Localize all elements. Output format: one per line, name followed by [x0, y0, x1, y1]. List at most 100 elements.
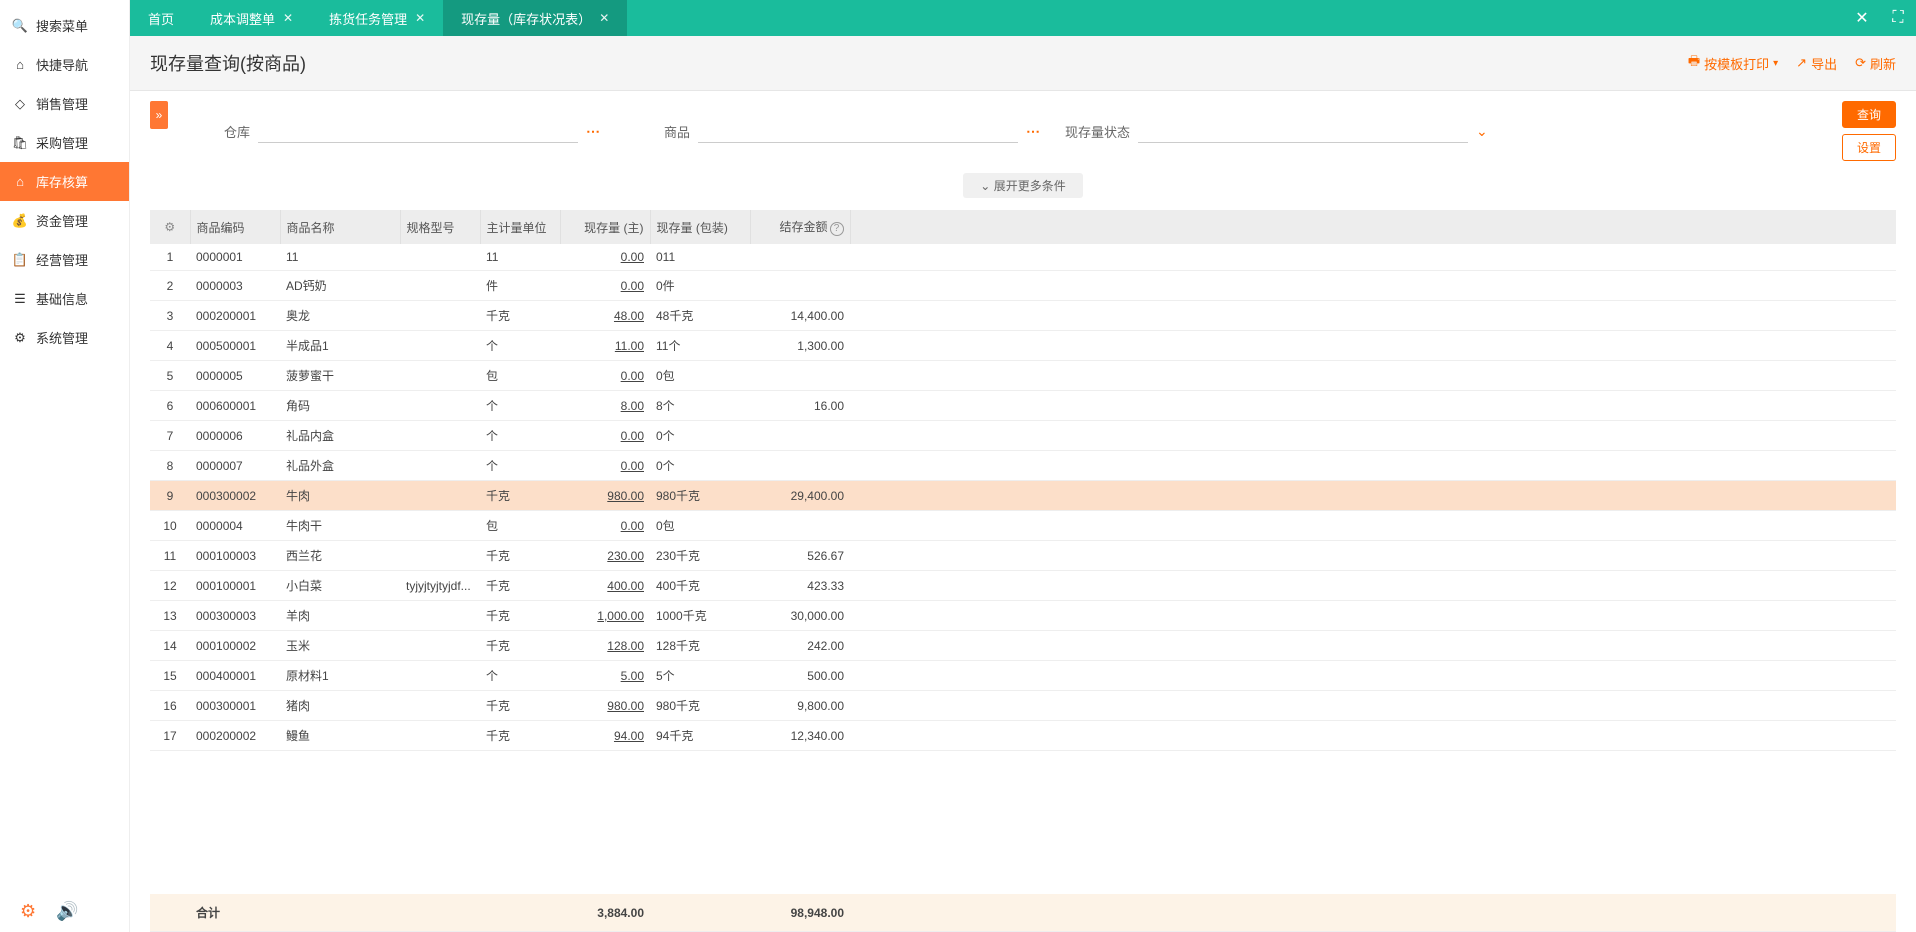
cell-main-qty[interactable]: 0.00 [560, 271, 650, 301]
cell-main-qty[interactable]: 0.00 [560, 451, 650, 481]
table-row[interactable]: 6000600001角码个8.008个16.00 [150, 391, 1896, 421]
sidebar-item-1[interactable]: ⌂快捷导航 [0, 45, 129, 84]
close-icon[interactable]: ✕ [283, 11, 293, 25]
table-row[interactable]: 100000004牛肉干包0.000包 [150, 511, 1896, 541]
cell-spec [400, 631, 480, 661]
total-amount: 98,948.00 [750, 894, 850, 932]
cell-unit: 千克 [480, 481, 560, 511]
export-button[interactable]: ↗ 导出 [1796, 54, 1837, 73]
cell-main-qty[interactable]: 230.00 [560, 541, 650, 571]
table-row[interactable]: 20000003AD钙奶件0.000件 [150, 271, 1896, 301]
col-name[interactable]: 商品名称 [280, 210, 400, 244]
cell-amount: 526.67 [750, 541, 850, 571]
status-input[interactable] [1138, 120, 1468, 143]
cell-spec [400, 301, 480, 331]
refresh-icon: ⟳ [1855, 55, 1866, 71]
table-row[interactable]: 14000100002玉米千克128.00128千克242.00 [150, 631, 1896, 661]
cell-main-qty[interactable]: 980.00 [560, 691, 650, 721]
sidebar-item-4[interactable]: ⌂库存核算 [0, 162, 129, 201]
table-row[interactable]: 70000006礼品内盒个0.000个 [150, 421, 1896, 451]
main: 首页成本调整单✕拣货任务管理✕现存量（库存状况表）✕ ✕ ⛶ 现存量查询(按商品… [130, 0, 1916, 932]
warehouse-input[interactable] [258, 120, 578, 143]
product-input[interactable] [698, 120, 1018, 143]
sidebar-item-6[interactable]: 📋经营管理 [0, 240, 129, 279]
chevron-down-icon[interactable]: ⌄ [1476, 123, 1488, 140]
col-main[interactable]: 现存量 (主) [560, 210, 650, 244]
tab-3[interactable]: 现存量（库存状况表）✕ [443, 0, 627, 36]
fullscreen-button[interactable]: ⛶ [1880, 0, 1916, 36]
cell-spec [400, 361, 480, 391]
cell-unit: 个 [480, 331, 560, 361]
gear-icon[interactable]: ⚙ [20, 901, 36, 922]
cell-main-qty[interactable]: 0.00 [560, 511, 650, 541]
cell-pack-qty: 5个 [650, 661, 750, 691]
close-icon[interactable]: ✕ [599, 11, 609, 25]
cell-main-qty[interactable]: 5.00 [560, 661, 650, 691]
tab-label: 首页 [148, 9, 174, 28]
sound-icon[interactable]: 🔊 [56, 901, 78, 922]
sidebar-bottom: ⚙ 🔊 [0, 891, 129, 932]
sidebar-item-3[interactable]: 🛍采购管理 [0, 123, 129, 162]
status-label: 现存量状态 [1060, 122, 1130, 141]
sidebar-item-2[interactable]: ◇销售管理 [0, 84, 129, 123]
cell-main-qty[interactable]: 48.00 [560, 301, 650, 331]
cell-pack-qty: 0个 [650, 451, 750, 481]
cell-main-qty[interactable]: 0.00 [560, 421, 650, 451]
cell-name: 奥龙 [280, 301, 400, 331]
expand-conditions-button[interactable]: 展开更多条件 [963, 173, 1083, 198]
print-template-button[interactable]: 🖶 按模板打印 ▾ [1688, 52, 1778, 74]
sidebar-item-7[interactable]: ☰基础信息 [0, 279, 129, 318]
cell-main-qty[interactable]: 11.00 [560, 331, 650, 361]
tab-1[interactable]: 成本调整单✕ [192, 0, 311, 36]
sidebar-item-8[interactable]: ⚙系统管理 [0, 318, 129, 357]
cell-main-qty[interactable]: 980.00 [560, 481, 650, 511]
cell-pack-qty: 128千克 [650, 631, 750, 661]
help-icon[interactable]: ? [830, 222, 844, 236]
cell-code: 000300002 [190, 481, 280, 511]
cell-idx: 7 [150, 421, 190, 451]
table-row[interactable]: 3000200001奥龙千克48.0048千克14,400.00 [150, 301, 1896, 331]
col-unit[interactable]: 主计量单位 [480, 210, 560, 244]
warehouse-picker-icon[interactable]: ⋯ [586, 123, 600, 140]
col-amount[interactable]: 结存金额? [750, 210, 850, 244]
col-spec[interactable]: 规格型号 [400, 210, 480, 244]
collapse-search-button[interactable]: » [150, 101, 168, 129]
gear-column[interactable]: ⚙ [150, 210, 190, 244]
cell-name: 礼品内盒 [280, 421, 400, 451]
cell-main-qty[interactable]: 8.00 [560, 391, 650, 421]
table-row[interactable]: 12000100001小白菜tyjyjtyjtyjdf...千克400.0040… [150, 571, 1896, 601]
close-all-tabs-button[interactable]: ✕ [1844, 0, 1880, 36]
sidebar-item-0[interactable]: 🔍搜索菜单 [0, 6, 129, 45]
cell-main-qty[interactable]: 1,000.00 [560, 601, 650, 631]
table-row[interactable]: 16000300001猪肉千克980.00980千克9,800.00 [150, 691, 1896, 721]
cell-idx: 1 [150, 244, 190, 271]
table-row[interactable]: 4000500001半成品1个11.0011个1,300.00 [150, 331, 1896, 361]
cell-main-qty[interactable]: 0.00 [560, 244, 650, 271]
cell-code: 000200001 [190, 301, 280, 331]
col-code[interactable]: 商品编码 [190, 210, 280, 244]
close-icon[interactable]: ✕ [415, 11, 425, 25]
cell-main-qty[interactable]: 400.00 [560, 571, 650, 601]
settings-button[interactable]: 设置 [1842, 134, 1896, 161]
sidebar-icon: 🔍 [12, 18, 28, 34]
table-row[interactable]: 13000300003羊肉千克1,000.001000千克30,000.00 [150, 601, 1896, 631]
cell-unit: 个 [480, 421, 560, 451]
table-row[interactable]: 17000200002鳗鱼千克94.0094千克12,340.00 [150, 721, 1896, 751]
tab-0[interactable]: 首页 [130, 0, 192, 36]
tab-2[interactable]: 拣货任务管理✕ [311, 0, 443, 36]
table-row[interactable]: 80000007礼品外盒个0.000个 [150, 451, 1896, 481]
cell-main-qty[interactable]: 128.00 [560, 631, 650, 661]
table-row[interactable]: 50000005菠萝蜜干包0.000包 [150, 361, 1896, 391]
status-field: 现存量状态 ⌄ [1060, 120, 1488, 143]
sidebar-item-5[interactable]: 💰资金管理 [0, 201, 129, 240]
product-picker-icon[interactable]: ⋯ [1026, 123, 1040, 140]
col-pack[interactable]: 现存量 (包装) [650, 210, 750, 244]
table-row[interactable]: 1000000111110.00011 [150, 244, 1896, 271]
query-button[interactable]: 查询 [1842, 101, 1896, 128]
cell-main-qty[interactable]: 0.00 [560, 361, 650, 391]
refresh-button[interactable]: ⟳ 刷新 [1855, 54, 1896, 73]
table-row[interactable]: 15000400001原材料1个5.005个500.00 [150, 661, 1896, 691]
cell-main-qty[interactable]: 94.00 [560, 721, 650, 751]
table-row[interactable]: 9000300002牛肉千克980.00980千克29,400.00 [150, 481, 1896, 511]
table-row[interactable]: 11000100003西兰花千克230.00230千克526.67 [150, 541, 1896, 571]
